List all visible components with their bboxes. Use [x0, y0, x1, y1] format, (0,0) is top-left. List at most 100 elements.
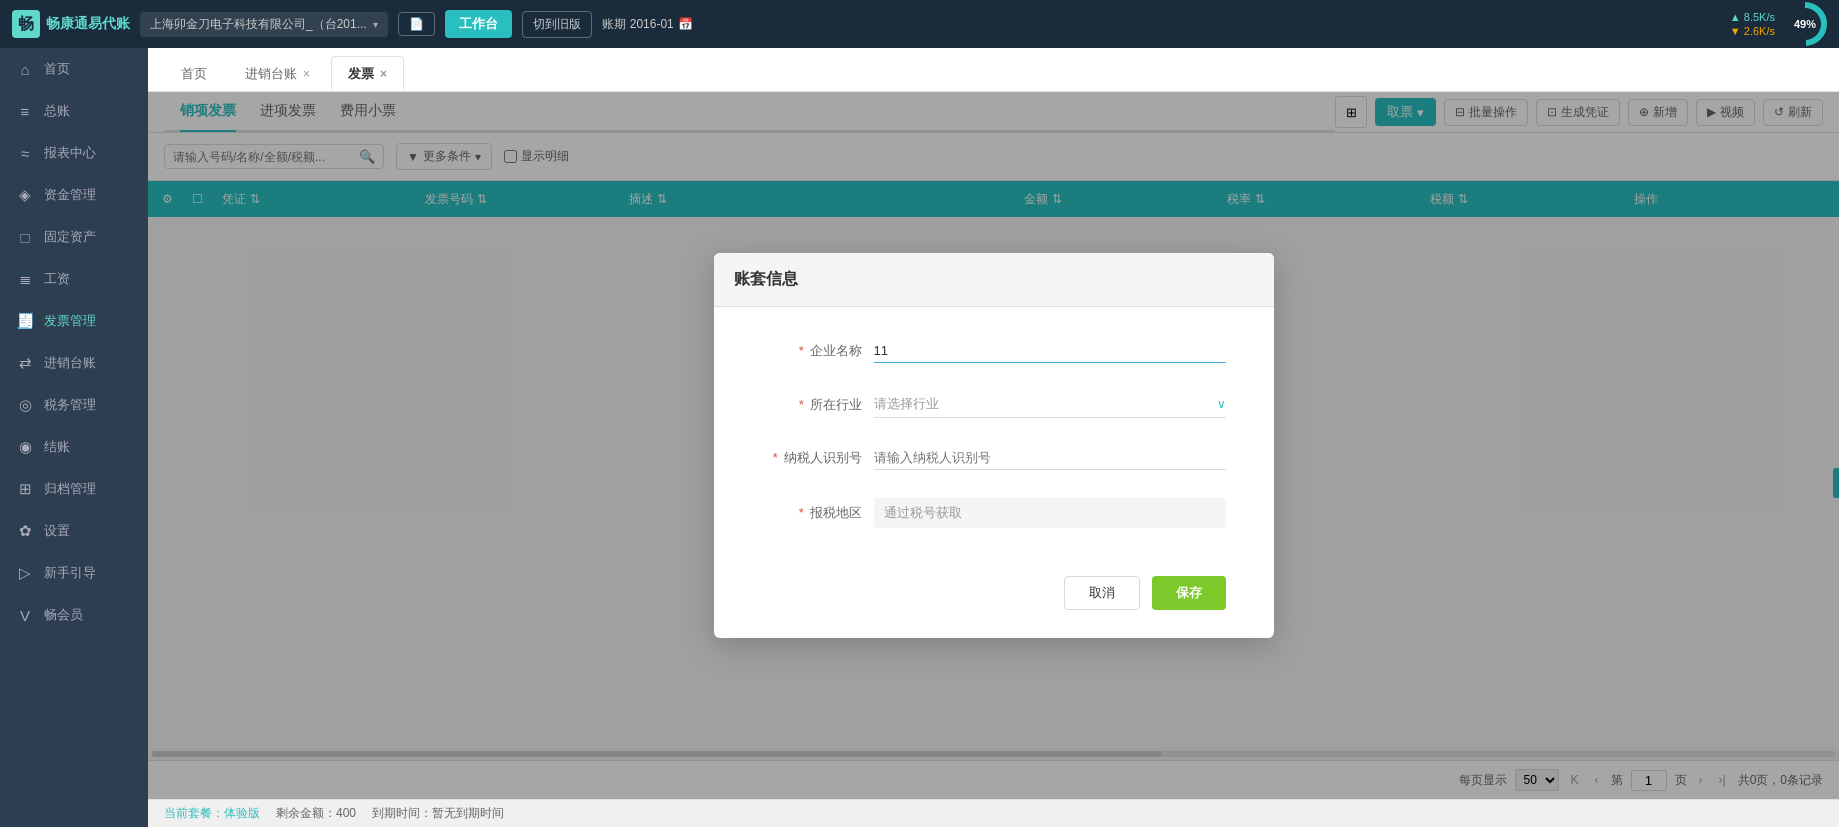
sidebar-label-home: 首页 — [44, 60, 70, 78]
required-star-industry: * — [799, 397, 804, 412]
tab-home[interactable]: 首页 — [164, 56, 224, 91]
switch-old-button[interactable]: 切到旧版 — [522, 11, 592, 38]
main-content: 销项发票 进项发票 费用小票 ⊞ 取票 ▾ ⊟ — [148, 92, 1839, 799]
sidebar: ⌂ 首页 ≡ 总账 ≈ 报表中心 ◈ 资金管理 □ 固定资产 ≣ 工资 — [0, 48, 148, 827]
sidebar-label-invoice-mgmt: 发票管理 — [44, 312, 96, 330]
tax-region-label: * 报税地区 — [762, 504, 862, 522]
tab-home-label: 首页 — [181, 65, 207, 83]
sidebar-item-guide[interactable]: ▷ 新手引导 — [0, 552, 148, 594]
app-logo: 畅 畅康通易代账 — [12, 10, 130, 38]
cancel-button[interactable]: 取消 — [1064, 576, 1140, 610]
sidebar-item-funds[interactable]: ◈ 资金管理 — [0, 174, 148, 216]
sidebar-item-reports[interactable]: ≈ 报表中心 — [0, 132, 148, 174]
purchase-sale-icon: ⇄ — [16, 354, 34, 372]
sidebar-label-settlement: 结账 — [44, 438, 70, 456]
industry-select[interactable]: 请选择行业 ∨ — [874, 391, 1226, 418]
tax-id-label: * 纳税人识别号 — [762, 449, 862, 467]
settings-icon: ✿ — [16, 522, 34, 540]
archive-icon: ⊞ — [16, 480, 34, 498]
cpu-percent: 49% — [1789, 8, 1821, 40]
company-name-input[interactable] — [874, 339, 1226, 363]
sidebar-item-ledger[interactable]: ≡ 总账 — [0, 90, 148, 132]
sidebar-item-home[interactable]: ⌂ 首页 — [0, 48, 148, 90]
tab-purchase-sale-close-icon[interactable]: × — [303, 67, 310, 81]
cpu-progress-circle: 49% — [1783, 2, 1827, 46]
tax-region-display: 通过税号获取 — [874, 498, 1226, 528]
status-bar: 当前套餐：体验版 剩余金额：400 到期时间：暂无到期时间 — [148, 799, 1839, 827]
sidebar-item-tax-mgmt[interactable]: ◎ 税务管理 — [0, 384, 148, 426]
tab-invoice-label: 发票 — [348, 65, 374, 83]
app-container: 畅 畅康通易代账 上海卯金刀电子科技有限公司_（台201... ▾ 📄 工作台 … — [0, 0, 1839, 827]
sidebar-label-reports: 报表中心 — [44, 144, 96, 162]
modal-body: * 企业名称 * 所在行业 — [714, 307, 1274, 560]
main-area: ⌂ 首页 ≡ 总账 ≈ 报表中心 ◈ 资金管理 □ 固定资产 ≣ 工资 — [0, 48, 1839, 827]
top-bar-right: ▲ 8.5K/s ▼ 2.6K/s 49% — [1730, 2, 1827, 46]
form-row-industry: * 所在行业 请选择行业 ∨ — [762, 391, 1226, 418]
settlement-icon: ◉ — [16, 438, 34, 456]
sidebar-label-salary: 工资 — [44, 270, 70, 288]
form-row-company-name: * 企业名称 — [762, 339, 1226, 363]
status-balance: 剩余金额：400 — [276, 805, 356, 822]
tab-invoice[interactable]: 发票 × — [331, 56, 404, 91]
tab-invoice-close-icon[interactable]: × — [380, 67, 387, 81]
sidebar-label-ledger: 总账 — [44, 102, 70, 120]
invoice-mgmt-icon: 🧾 — [16, 312, 34, 330]
sidebar-label-purchase-sale: 进销台账 — [44, 354, 96, 372]
industry-dropdown-icon: ∨ — [1217, 397, 1226, 411]
tab-purchase-sale[interactable]: 进销台账 × — [228, 56, 327, 91]
sidebar-label-archive: 归档管理 — [44, 480, 96, 498]
save-button[interactable]: 保存 — [1152, 576, 1226, 610]
account-info-modal: 账套信息 * 企业名称 — [714, 253, 1274, 638]
industry-label: * 所在行业 — [762, 396, 862, 414]
workspace-button[interactable]: 工作台 — [445, 10, 512, 38]
sidebar-item-fixed-assets[interactable]: □ 固定资产 — [0, 216, 148, 258]
form-row-tax-id: * 纳税人识别号 — [762, 446, 1226, 470]
tax-id-input[interactable] — [874, 446, 1226, 470]
required-star-company: * — [799, 343, 804, 358]
sidebar-item-settlement[interactable]: ◉ 结账 — [0, 426, 148, 468]
calendar-icon[interactable]: 📅 — [678, 17, 693, 31]
sidebar-label-member: 畅会员 — [44, 606, 83, 624]
tax-mgmt-icon: ◎ — [16, 396, 34, 414]
company-selector[interactable]: 上海卯金刀电子科技有限公司_（台201... ▾ — [140, 12, 388, 37]
sidebar-label-tax-mgmt: 税务管理 — [44, 396, 96, 414]
sidebar-item-invoice-mgmt[interactable]: 🧾 发票管理 — [0, 300, 148, 342]
sidebar-item-member[interactable]: V 畅会员 — [0, 594, 148, 636]
company-dropdown-icon: ▾ — [373, 19, 378, 30]
period-value: 2016-01 — [630, 17, 674, 31]
tab-purchase-sale-label: 进销台账 — [245, 65, 297, 83]
required-star-tax-region: * — [799, 505, 804, 520]
content-area: 首页 进销台账 × 发票 × 销项发票 进 — [148, 48, 1839, 827]
modal-header: 账套信息 — [714, 253, 1274, 307]
sidebar-label-guide: 新手引导 — [44, 564, 96, 582]
required-star-tax-id: * — [773, 450, 778, 465]
ledger-icon: ≡ — [16, 103, 34, 120]
doc-icon-button[interactable]: 📄 — [398, 12, 435, 36]
tab-bar: 首页 进销台账 × 发票 × — [148, 48, 1839, 92]
sidebar-item-archive[interactable]: ⊞ 归档管理 — [0, 468, 148, 510]
top-bar: 畅 畅康通易代账 上海卯金刀电子科技有限公司_（台201... ▾ 📄 工作台 … — [0, 0, 1839, 48]
network-indicator: ▲ 8.5K/s ▼ 2.6K/s — [1730, 11, 1775, 37]
modal-footer: 取消 保存 — [714, 560, 1274, 638]
funds-icon: ◈ — [16, 186, 34, 204]
member-icon: V — [16, 607, 34, 624]
company-name: 上海卯金刀电子科技有限公司_（台201... — [150, 16, 367, 33]
period-info: 账期 2016-01 📅 — [602, 16, 693, 33]
reports-icon: ≈ — [16, 145, 34, 162]
form-row-tax-region: * 报税地区 通过税号获取 — [762, 498, 1226, 528]
status-subscription[interactable]: 当前套餐：体验版 — [164, 805, 260, 822]
modal-overlay: 账套信息 * 企业名称 — [148, 92, 1839, 799]
industry-placeholder: 请选择行业 — [874, 395, 939, 413]
sidebar-item-settings[interactable]: ✿ 设置 — [0, 510, 148, 552]
logo-icon: 畅 — [12, 10, 40, 38]
guide-icon: ▷ — [16, 564, 34, 582]
sidebar-item-purchase-sale[interactable]: ⇄ 进销台账 — [0, 342, 148, 384]
salary-icon: ≣ — [16, 270, 34, 288]
fixed-assets-icon: □ — [16, 229, 34, 246]
net-upload-speed: ▲ 8.5K/s — [1730, 11, 1775, 23]
company-name-label: * 企业名称 — [762, 342, 862, 360]
logo-text: 畅康通易代账 — [46, 15, 130, 33]
status-expiry: 到期时间：暂无到期时间 — [372, 805, 504, 822]
sidebar-item-salary[interactable]: ≣ 工资 — [0, 258, 148, 300]
sidebar-label-funds: 资金管理 — [44, 186, 96, 204]
